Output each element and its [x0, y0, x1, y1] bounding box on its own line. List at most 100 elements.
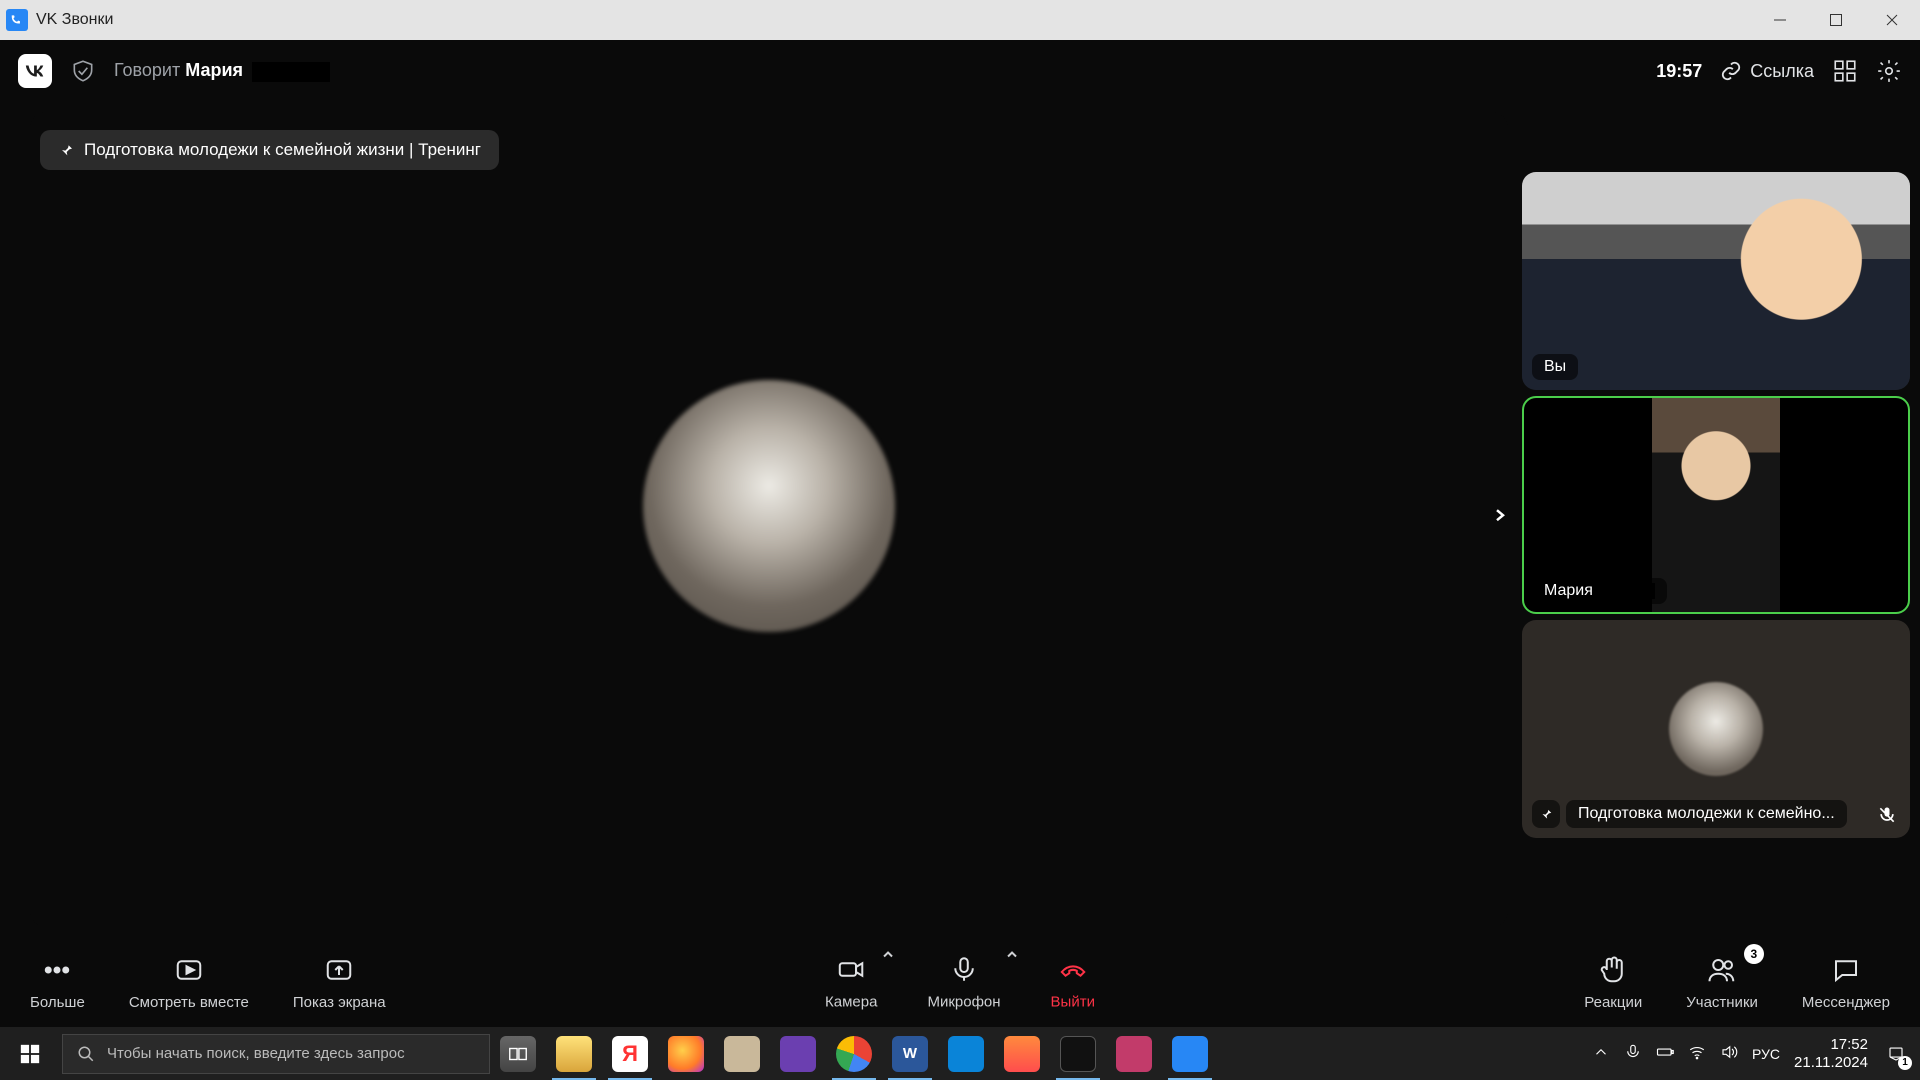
app-top-bar: Говорит Мария 19:57 Ссылка: [0, 40, 1920, 102]
hand-wave-icon: [1597, 954, 1629, 986]
notif-count-badge: 1: [1898, 1056, 1912, 1070]
participant-name-pill: Вы: [1532, 354, 1578, 380]
watch-together-label: Смотреть вместе: [129, 994, 249, 1011]
camera-label: Камера: [825, 994, 877, 1011]
reactions-button[interactable]: Реакции: [1584, 954, 1642, 1011]
microphone-icon: [948, 954, 980, 986]
chevron-up-icon[interactable]: [1005, 948, 1019, 966]
self-label: Вы: [1544, 358, 1566, 376]
speaking-prefix: Говорит: [114, 60, 180, 80]
tray-clock[interactable]: 17:52 21.11.2024: [1794, 1036, 1868, 1072]
pinned-title-label: Подготовка молодежи к семейной жизни | Т…: [84, 140, 481, 160]
start-button[interactable]: [0, 1027, 60, 1080]
share-screen-button[interactable]: Показ экрана: [293, 954, 386, 1011]
taskbar-app-generic-2[interactable]: [770, 1027, 826, 1080]
shield-icon[interactable]: [70, 58, 96, 84]
task-view-button[interactable]: [490, 1027, 546, 1080]
participant-thumb-self[interactable]: Вы: [1522, 172, 1910, 390]
training-avatar: [1669, 682, 1763, 776]
os-titlebar: VK Звонки: [0, 0, 1920, 40]
settings-button[interactable]: [1876, 58, 1902, 84]
taskbar-app-file-explorer[interactable]: [546, 1027, 602, 1080]
muted-mic-icon: [1874, 802, 1900, 828]
tray-wifi-icon[interactable]: [1688, 1043, 1706, 1065]
pin-icon: [58, 142, 74, 158]
reactions-label: Реакции: [1584, 994, 1642, 1011]
taskbar-app-generic-3[interactable]: [994, 1027, 1050, 1080]
taskbar-app-generic-4[interactable]: [1106, 1027, 1162, 1080]
windows-taskbar: Чтобы начать поиск, введите здесь запрос…: [0, 1027, 1920, 1080]
maria-video-feed: [1652, 396, 1780, 614]
tray-notifications-button[interactable]: 1: [1882, 1034, 1910, 1074]
os-window-title: VK Звонки: [36, 11, 113, 29]
participants-sidebar: Вы Мария Подготовка молодежи к семейно..…: [1522, 112, 1910, 927]
taskbar-app-vk-calls[interactable]: [1162, 1027, 1218, 1080]
watch-together-icon: [173, 954, 205, 986]
vk-logo[interactable]: [18, 54, 52, 88]
leave-label: Выйти: [1051, 994, 1095, 1011]
participants-count-badge: 3: [1744, 944, 1764, 964]
taskbar-app-generic-1[interactable]: [714, 1027, 770, 1080]
leave-call-button[interactable]: Выйти: [1051, 954, 1095, 1011]
taskbar-search[interactable]: Чтобы начать поиск, введите здесь запрос: [62, 1034, 490, 1074]
training-label: Подготовка молодежи к семейно...: [1578, 805, 1835, 823]
chevron-up-icon[interactable]: [881, 948, 895, 966]
share-screen-icon: [323, 954, 355, 986]
system-tray: РУС 17:52 21.11.2024 1: [1592, 1034, 1920, 1074]
camera-button[interactable]: Камера: [825, 954, 877, 1011]
participants-icon: [1706, 954, 1738, 986]
main-speaker-stage[interactable]: Подготовка молодежи к семейной жизни | Т…: [30, 112, 1508, 927]
more-button[interactable]: Больше: [30, 954, 85, 1011]
maria-label: Мария: [1544, 582, 1593, 600]
search-icon: [77, 1045, 95, 1063]
hangup-icon: [1057, 954, 1089, 986]
taskbar-app-capcut[interactable]: [1050, 1027, 1106, 1080]
tray-language[interactable]: РУС: [1752, 1046, 1780, 1062]
chat-icon: [1830, 954, 1862, 986]
share-screen-label: Показ экрана: [293, 994, 386, 1011]
taskbar-app-yandex[interactable]: Я: [602, 1027, 658, 1080]
speaking-indicator: Говорит Мария: [114, 60, 330, 81]
tray-overflow-icon[interactable]: [1592, 1043, 1610, 1065]
redacted-surname: [252, 62, 330, 82]
more-label: Больше: [30, 994, 85, 1011]
taskbar-app-firefox[interactable]: [658, 1027, 714, 1080]
participant-name-pill: Мария: [1532, 578, 1667, 604]
messenger-button[interactable]: Мессенджер: [1802, 954, 1890, 1011]
tray-date: 21.11.2024: [1794, 1054, 1868, 1072]
participants-label: Участники: [1686, 994, 1758, 1011]
layout-grid-button[interactable]: [1832, 58, 1858, 84]
tray-mic-icon[interactable]: [1624, 1043, 1642, 1065]
call-controls-bar: Больше Смотреть вместе Показ экрана Каме…: [0, 937, 1920, 1027]
vk-calls-app-icon: [6, 9, 28, 31]
copy-link-button[interactable]: Ссылка: [1720, 60, 1814, 82]
collapse-sidebar-button[interactable]: [1488, 503, 1512, 527]
participant-thumb-training[interactable]: Подготовка молодежи к семейно...: [1522, 620, 1910, 838]
taskbar-app-onedrive[interactable]: [938, 1027, 994, 1080]
copy-link-label: Ссылка: [1750, 61, 1814, 82]
window-close-button[interactable]: [1864, 0, 1920, 40]
tray-volume-icon[interactable]: [1720, 1043, 1738, 1065]
participant-name-pill: Подготовка молодежи к семейно...: [1566, 800, 1847, 828]
main-speaker-avatar: [643, 380, 895, 632]
window-maximize-button[interactable]: [1808, 0, 1864, 40]
redacted-surname: [1599, 583, 1655, 599]
messenger-label: Мессенджер: [1802, 994, 1890, 1011]
call-area: Подготовка молодежи к семейной жизни | Т…: [0, 102, 1920, 937]
microphone-label: Микрофон: [927, 994, 1000, 1011]
dots-icon: [41, 954, 73, 986]
tray-battery-icon[interactable]: [1656, 1043, 1674, 1065]
self-video-feed: [1522, 172, 1910, 390]
pin-icon: [1532, 800, 1560, 828]
camera-icon: [835, 954, 867, 986]
taskbar-app-chrome[interactable]: [826, 1027, 882, 1080]
tray-time: 17:52: [1794, 1036, 1868, 1054]
taskbar-app-word[interactable]: W: [882, 1027, 938, 1080]
pinned-title-pill[interactable]: Подготовка молодежи к семейной жизни | Т…: [40, 130, 499, 170]
window-minimize-button[interactable]: [1752, 0, 1808, 40]
search-placeholder: Чтобы начать поиск, введите здесь запрос: [107, 1045, 405, 1062]
microphone-button[interactable]: Микрофон: [927, 954, 1000, 1011]
participant-thumb-maria[interactable]: Мария: [1522, 396, 1910, 614]
participants-button[interactable]: 3 Участники: [1686, 954, 1758, 1011]
watch-together-button[interactable]: Смотреть вместе: [129, 954, 249, 1011]
